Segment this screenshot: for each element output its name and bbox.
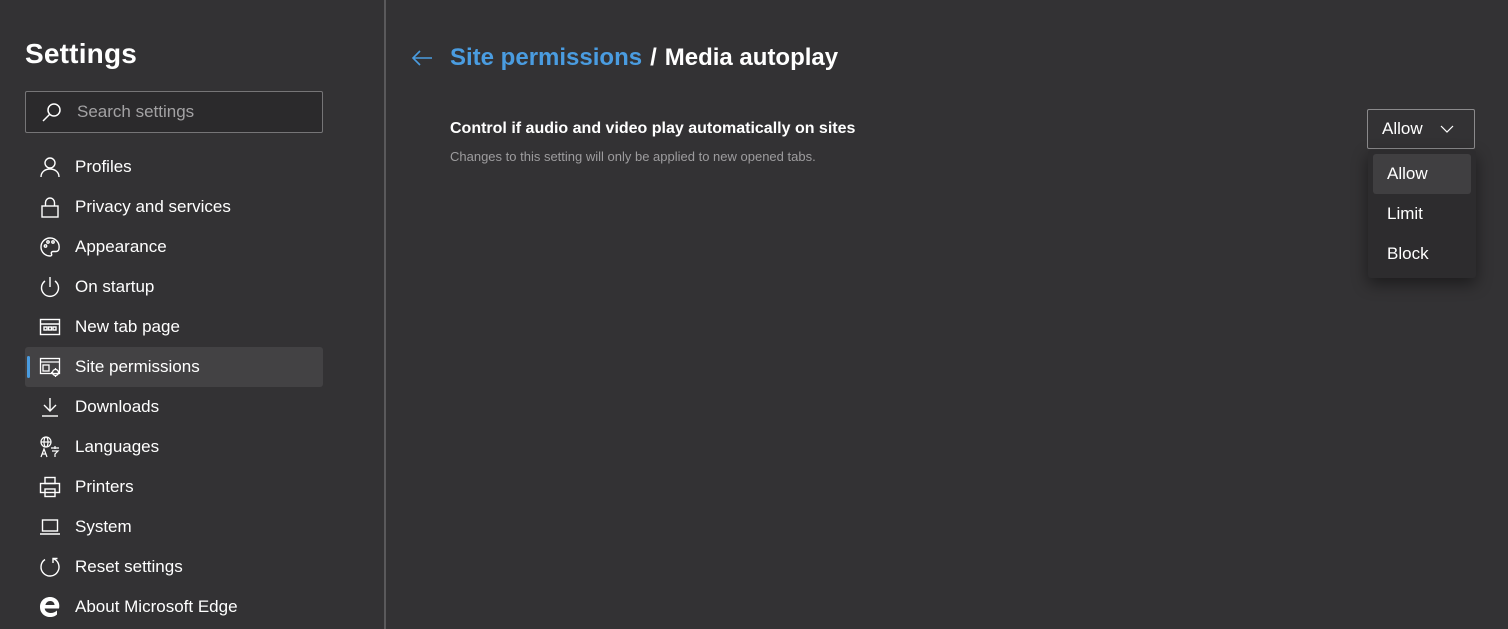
dropdown-option-allow[interactable]: Allow (1373, 154, 1471, 194)
sidebar-item-label: Profiles (75, 157, 132, 176)
sidebar-item-about[interactable]: About Microsoft Edge (25, 587, 323, 627)
dropdown-option-limit[interactable]: Limit (1373, 194, 1471, 234)
sidebar-item-profiles[interactable]: Profiles (25, 147, 323, 187)
option-label: Block (1387, 244, 1429, 263)
palette-icon (40, 237, 60, 257)
sidebar-item-new-tab-page[interactable]: New tab page (25, 307, 323, 347)
printer-icon (39, 476, 61, 498)
sidebar-item-label: New tab page (75, 317, 180, 336)
option-label: Limit (1387, 204, 1423, 223)
profile-icon (40, 157, 60, 178)
dropdown-option-block[interactable]: Block (1373, 234, 1471, 274)
dropdown-menu: Allow Limit Block (1368, 150, 1476, 278)
sidebar-item-label: System (75, 517, 132, 536)
site-permissions-icon (39, 357, 61, 377)
breadcrumb: Site permissions / Media autoplay (410, 44, 838, 72)
sidebar-item-languages[interactable]: Languages (25, 427, 323, 467)
back-arrow-icon[interactable] (410, 46, 434, 70)
sidebar-nav: Profiles Privacy and services Appearance… (25, 147, 323, 627)
dropdown-selected-value: Allow (1382, 119, 1423, 138)
lock-icon (41, 197, 59, 218)
sidebar-item-privacy[interactable]: Privacy and services (25, 187, 323, 227)
breadcrumb-separator: / (650, 44, 657, 71)
sidebar-item-label: Site permissions (75, 357, 200, 376)
laptop-icon (40, 519, 60, 535)
sidebar-item-site-permissions[interactable]: Site permissions (25, 347, 323, 387)
edge-logo-icon (40, 597, 60, 617)
sidebar-item-label: Printers (75, 477, 134, 496)
page-title: Media autoplay (664, 44, 839, 71)
sidebar-item-on-startup[interactable]: On startup (25, 267, 323, 307)
main-content: Site permissions / Media autoplay Contro… (388, 0, 1508, 629)
sidebar-item-printers[interactable]: Printers (25, 467, 323, 507)
sidebar-item-label: Reset settings (75, 557, 183, 576)
sidebar-item-label: Privacy and services (75, 197, 231, 216)
sidebar-item-label: Languages (75, 437, 160, 456)
sidebar: Settings Profiles Privacy and services A… (0, 0, 386, 629)
sidebar-item-reset-settings[interactable]: Reset settings (25, 547, 323, 587)
sidebar-item-downloads[interactable]: Downloads (25, 387, 323, 427)
power-icon (40, 277, 60, 298)
active-indicator (27, 356, 30, 378)
setting-description: Changes to this setting will only be app… (450, 149, 816, 164)
languages-icon (40, 436, 60, 458)
search-icon (42, 103, 61, 122)
sidebar-item-label: About Microsoft Edge (75, 597, 238, 616)
option-label: Allow (1387, 164, 1428, 183)
search-input[interactable] (77, 102, 307, 122)
setting-title: Control if audio and video play automati… (450, 120, 856, 137)
sidebar-item-label: Appearance (75, 237, 167, 256)
download-icon (42, 398, 58, 417)
new-tab-icon (39, 318, 61, 336)
settings-title: Settings (25, 38, 138, 69)
sidebar-item-appearance[interactable]: Appearance (25, 227, 323, 267)
chevron-down-icon (1440, 125, 1454, 133)
sidebar-item-system[interactable]: System (25, 507, 323, 547)
sidebar-item-label: Downloads (75, 397, 160, 416)
autoplay-dropdown[interactable]: Allow (1367, 109, 1475, 149)
breadcrumb-site-permissions-link[interactable]: Site permissions (450, 44, 642, 72)
reset-icon (40, 557, 60, 577)
search-box[interactable] (25, 91, 323, 133)
sidebar-item-label: On startup (75, 277, 155, 296)
